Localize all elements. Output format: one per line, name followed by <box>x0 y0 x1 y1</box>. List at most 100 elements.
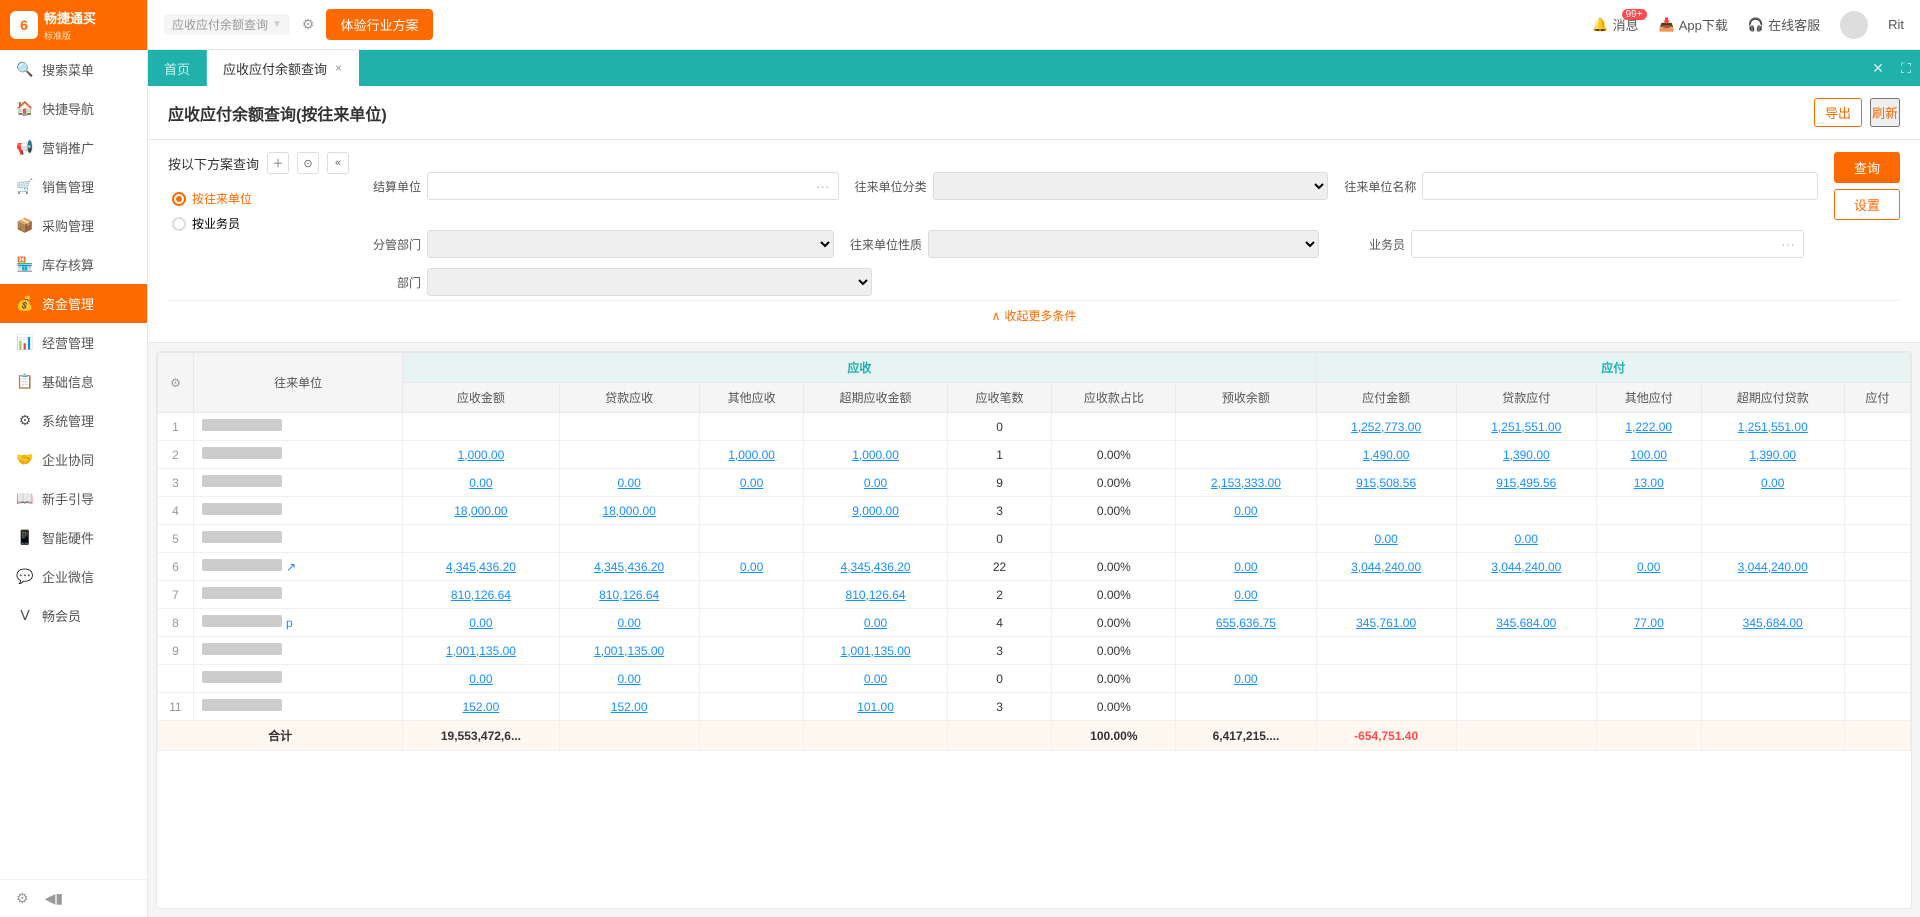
sidebar-item-basic[interactable]: 📋 基础信息 <box>0 362 147 401</box>
table-settings-icon[interactable]: ⚙ <box>170 376 181 390</box>
cell-ap-amount[interactable]: 1,490.00 <box>1316 441 1456 469</box>
sidebar-item-sales[interactable]: 🛒 销售管理 <box>0 167 147 206</box>
cell-prepay-balance[interactable]: 0.00 <box>1176 553 1316 581</box>
cell-overdue-ar[interactable]: 9,000.00 <box>804 497 947 525</box>
settings-gear-icon[interactable]: ⚙ <box>302 16 315 33</box>
cell-overdue-ar[interactable]: 4,345,436.20 <box>804 553 947 581</box>
cell-ap-amount[interactable]: 1,252,773.00 <box>1316 413 1456 441</box>
cell-other-ar[interactable]: 1,000.00 <box>699 441 804 469</box>
online-service-link[interactable]: 🎧 在线客服 <box>1748 15 1820 34</box>
cell-overdue-ap[interactable]: 345,684.00 <box>1701 609 1844 637</box>
cell-loan-ar[interactable]: 1,001,135.00 <box>559 637 699 665</box>
app-download-link[interactable]: 📥 App下载 <box>1659 15 1728 34</box>
cell-prepay-balance[interactable]: 0.00 <box>1176 581 1316 609</box>
sidebar-item-finance[interactable]: 💰 资金管理 <box>0 284 147 323</box>
cell-other-ap[interactable]: 13.00 <box>1596 469 1701 497</box>
cell-loan-ap[interactable]: 0.00 <box>1456 525 1596 553</box>
cell-loan-ar[interactable]: 810,126.64 <box>559 581 699 609</box>
filter-option-by-staff[interactable]: 按业务员 <box>168 213 349 234</box>
tab-close-icon[interactable]: × <box>335 61 342 75</box>
cell-overdue-ap[interactable]: 1,390.00 <box>1701 441 1844 469</box>
cell-overdue-ar[interactable]: 810,126.64 <box>804 581 947 609</box>
cell-overdue-ar[interactable]: 1,000.00 <box>804 441 947 469</box>
cell-loan-ap[interactable]: 345,684.00 <box>1456 609 1596 637</box>
cell-other-ar[interactable]: 0.00 <box>699 553 804 581</box>
filter-option-by-unit[interactable]: 按往来单位 <box>168 188 349 209</box>
cell-ar-amount[interactable]: 0.00 <box>403 469 559 497</box>
refresh-button[interactable]: 刷新 <box>1870 98 1900 127</box>
export-button[interactable]: 导出 <box>1814 98 1862 127</box>
sidebar-item-system[interactable]: ⚙ 系统管理 <box>0 401 147 440</box>
bottom-collapse-icon[interactable]: ◀▮ <box>45 890 63 907</box>
cell-ar-amount[interactable]: 0.00 <box>403 665 559 693</box>
sidebar-item-guide[interactable]: 📖 新手引导 <box>0 479 147 518</box>
cell-overdue-ar[interactable]: 0.00 <box>804 665 947 693</box>
cell-ap-amount[interactable]: 3,044,240.00 <box>1316 553 1456 581</box>
cell-loan-ap[interactable]: 1,390.00 <box>1456 441 1596 469</box>
sidebar-item-enterprise[interactable]: 🤝 企业协同 <box>0 440 147 479</box>
maximize-window-icon[interactable]: ⛶ <box>1892 54 1920 82</box>
cell-other-ap[interactable]: 1,222.00 <box>1596 413 1701 441</box>
bottom-settings-icon[interactable]: ⚙ <box>16 890 29 907</box>
cell-loan-ar[interactable]: 0.00 <box>559 469 699 497</box>
filter-collapse-icon[interactable]: « <box>327 152 349 174</box>
settlement-unit-input[interactable]: ··· <box>427 172 839 200</box>
cell-loan-ar[interactable]: 0.00 <box>559 665 699 693</box>
add-filter-button[interactable]: ＋ <box>267 152 289 174</box>
cell-prepay-balance[interactable]: 0.00 <box>1176 665 1316 693</box>
notification-bell[interactable]: 🔔 消息 99+ <box>1592 15 1638 34</box>
cell-overdue-ap[interactable]: 3,044,240.00 <box>1701 553 1844 581</box>
sidebar-item-purchase[interactable]: 📦 采购管理 <box>0 206 147 245</box>
trial-button[interactable]: 体验行业方案 <box>326 9 432 40</box>
unit-category-select[interactable] <box>933 172 1329 200</box>
tab-home[interactable]: 首页 <box>148 50 207 86</box>
cell-other-ap[interactable]: 0.00 <box>1596 553 1701 581</box>
settings-button[interactable]: 设置 <box>1834 189 1900 220</box>
cell-overdue-ar[interactable]: 101.00 <box>804 693 947 721</box>
cell-ap-amount[interactable]: 0.00 <box>1316 525 1456 553</box>
cell-ar-amount[interactable]: 1,000.00 <box>403 441 559 469</box>
cell-ap-amount[interactable]: 345,761.00 <box>1316 609 1456 637</box>
cell-loan-ap[interactable]: 915,495.56 <box>1456 469 1596 497</box>
collapse-button[interactable]: ∧ 收起更多条件 <box>168 300 1900 330</box>
cell-loan-ar[interactable]: 0.00 <box>559 609 699 637</box>
unit-name-input[interactable] <box>1422 172 1818 200</box>
sidebar-item-quick-nav[interactable]: 🏠 快捷导航 <box>0 89 147 128</box>
sidebar-item-search-menu[interactable]: 🔍 搜索菜单 <box>0 50 147 89</box>
cell-overdue-ar[interactable]: 1,001,135.00 <box>804 637 947 665</box>
filter-settings-icon[interactable]: ⊙ <box>297 152 319 174</box>
cell-other-ap[interactable]: 77.00 <box>1596 609 1701 637</box>
cell-loan-ar[interactable]: 4,345,436.20 <box>559 553 699 581</box>
cell-loan-ar[interactable]: 18,000.00 <box>559 497 699 525</box>
cell-ar-amount[interactable]: 810,126.64 <box>403 581 559 609</box>
cell-ar-amount[interactable]: 152.00 <box>403 693 559 721</box>
cell-loan-ap[interactable]: 3,044,240.00 <box>1456 553 1596 581</box>
sidebar-item-marketing[interactable]: 📢 营销推广 <box>0 128 147 167</box>
cell-overdue-ar[interactable]: 0.00 <box>804 609 947 637</box>
avatar[interactable] <box>1840 11 1868 39</box>
cell-prepay-balance[interactable]: 2,153,333.00 <box>1176 469 1316 497</box>
cell-other-ar[interactable]: 0.00 <box>699 469 804 497</box>
sidebar-item-wechat[interactable]: 💬 企业微信 <box>0 557 147 596</box>
cell-ar-amount[interactable]: 1,001,135.00 <box>403 637 559 665</box>
unit-nature-select[interactable] <box>928 230 1319 258</box>
manage-dept-select[interactable] <box>427 230 834 258</box>
dept-select[interactable] <box>427 268 872 296</box>
cell-ar-amount[interactable]: 0.00 <box>403 609 559 637</box>
sidebar-item-smart[interactable]: 📱 智能硬件 <box>0 518 147 557</box>
cell-loan-ar[interactable]: 152.00 <box>559 693 699 721</box>
cell-overdue-ap[interactable]: 0.00 <box>1701 469 1844 497</box>
sidebar-item-member[interactable]: Ⅴ 畅会员 <box>0 596 147 635</box>
cell-overdue-ar[interactable]: 0.00 <box>804 469 947 497</box>
tab-ar-ap-query[interactable]: 应收应付余额查询 × <box>207 50 359 86</box>
cell-loan-ap[interactable]: 1,251,551.00 <box>1456 413 1596 441</box>
cell-ar-amount[interactable]: 4,345,436.20 <box>403 553 559 581</box>
cell-overdue-ap[interactable]: 1,251,551.00 <box>1701 413 1844 441</box>
cell-prepay-balance[interactable]: 0.00 <box>1176 497 1316 525</box>
salesman-input[interactable]: ··· <box>1411 230 1804 258</box>
query-button[interactable]: 查询 <box>1834 152 1900 183</box>
sidebar-item-inventory[interactable]: 🏪 库存核算 <box>0 245 147 284</box>
cell-ap-amount[interactable]: 915,508.56 <box>1316 469 1456 497</box>
cell-ar-amount[interactable]: 18,000.00 <box>403 497 559 525</box>
sidebar-item-operation[interactable]: 📊 经营管理 <box>0 323 147 362</box>
